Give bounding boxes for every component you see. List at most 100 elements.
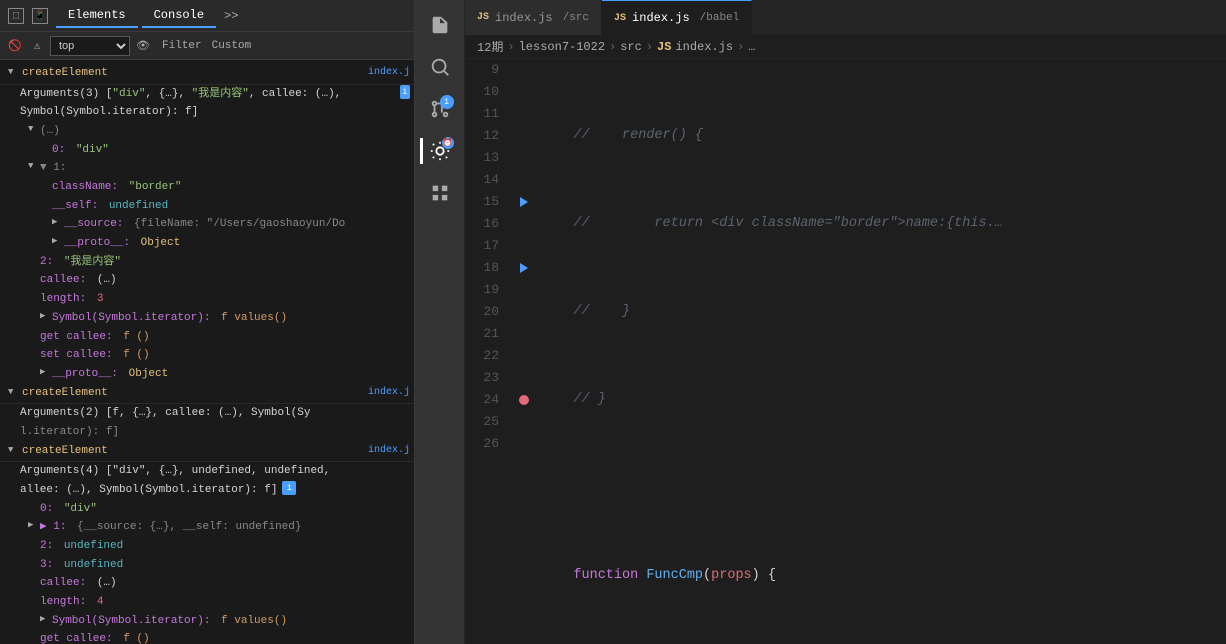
tab-index-js-1[interactable]: JS index.js /src xyxy=(465,0,602,35)
gutter-row xyxy=(515,169,533,191)
gutter-row xyxy=(515,235,533,257)
custom-levels-label: Custom xyxy=(212,40,252,52)
line-number: 21 xyxy=(465,323,515,345)
info-badge: i xyxy=(400,85,410,99)
tab-console[interactable]: Console xyxy=(142,4,216,28)
line-numbers: 9 10 11 12 13 14 15 16 17 18 19 20 21 22… xyxy=(465,59,515,644)
code-line-10: // return <div className="border">name:{… xyxy=(541,213,1226,235)
line-number: 10 xyxy=(465,81,515,103)
line-number: 26 xyxy=(465,433,515,455)
collapse-icon[interactable] xyxy=(8,443,18,457)
gutter xyxy=(515,59,533,644)
tree-item: __proto__: Object xyxy=(0,365,414,384)
activity-icon-search[interactable] xyxy=(423,50,457,84)
expand-icon[interactable] xyxy=(52,215,62,230)
tree-item: allee: (…), Symbol(Symbol.iterator): f] … xyxy=(0,481,414,500)
log-entry-2[interactable]: createElement index.j xyxy=(0,384,414,405)
expand-icon[interactable] xyxy=(28,518,38,533)
collapse-icon[interactable] xyxy=(8,385,18,399)
breadcrumb: 12期 › lesson7-1022 › src › JS index.js ›… xyxy=(465,35,1226,59)
tree-item: ▶ 1: {__source: {…}, __self: undefined} xyxy=(0,518,414,537)
breakpoint-24[interactable] xyxy=(515,389,533,411)
breadcrumb-12qi[interactable]: 12期 xyxy=(477,38,503,55)
vscode-panel: 1 ⏰ JS index.js /src JS index.js /babel xyxy=(415,0,1226,644)
gutter-row xyxy=(515,81,533,103)
console-content[interactable]: createElement index.j Arguments(3) ["div… xyxy=(0,60,414,644)
breadcrumb-src[interactable]: src xyxy=(620,40,642,54)
tab-index-js-2[interactable]: JS index.js /babel xyxy=(602,0,752,35)
tree-item: length: 3 xyxy=(0,290,414,309)
line-number: 17 xyxy=(465,235,515,257)
expand-icon[interactable] xyxy=(40,612,50,627)
activity-bar: 1 ⏰ xyxy=(415,0,465,644)
filter-icon[interactable]: ⚠ xyxy=(28,37,46,55)
devtools-panel: ⬚ 📱 Elements Console >> 🚫 ⚠ top 👁 Filter… xyxy=(0,0,415,644)
line-number: 9 xyxy=(465,59,515,81)
tree-item: 0: "div" xyxy=(0,500,414,519)
log-text: Arguments(3) ["div", {…}, "我是内容", callee… xyxy=(20,85,395,122)
tree-item: callee: (…) xyxy=(0,271,414,290)
tree-item: __source: {fileName: "/Users/gaoshaoyun/… xyxy=(0,215,414,234)
tab-elements[interactable]: Elements xyxy=(56,4,138,28)
breadcrumb-ellipsis[interactable]: … xyxy=(748,40,755,54)
expand-icon[interactable] xyxy=(40,309,50,324)
line-number: 19 xyxy=(465,279,515,301)
line-number: 11 xyxy=(465,103,515,125)
expand-icon[interactable] xyxy=(40,365,50,380)
expand-icon[interactable] xyxy=(52,234,62,249)
clear-console-icon[interactable]: 🚫 xyxy=(6,37,24,55)
device-icon[interactable]: 📱 xyxy=(32,8,48,24)
line-number: 20 xyxy=(465,301,515,323)
breadcrumb-index[interactable]: index.js xyxy=(675,40,733,54)
execution-context-select[interactable]: top xyxy=(50,36,130,56)
tree-item: length: 4 xyxy=(0,593,414,612)
log-text: createElement xyxy=(22,443,108,461)
activity-icon-debug[interactable]: ⏰ xyxy=(423,134,457,168)
debug-indicator-15 xyxy=(515,191,533,213)
info-badge: i xyxy=(282,481,296,495)
gutter-row xyxy=(515,411,533,433)
log-entry-3[interactable]: createElement index.j xyxy=(0,442,414,463)
tree-item: set callee: f () xyxy=(0,346,414,365)
activity-icon-extensions[interactable] xyxy=(423,176,457,210)
gutter-row xyxy=(515,301,533,323)
js-icon: JS xyxy=(477,12,489,23)
log-filename[interactable]: index.j xyxy=(368,443,410,459)
tab-label: index.js xyxy=(632,11,690,25)
debug-arrow xyxy=(520,197,528,207)
eye-icon[interactable]: 👁 xyxy=(134,37,152,55)
gutter-row xyxy=(515,103,533,125)
log-filename[interactable]: index.j xyxy=(368,65,410,81)
collapse-icon[interactable] xyxy=(8,65,18,79)
log-entry-1[interactable]: createElement index.j xyxy=(0,64,414,85)
log-text: createElement xyxy=(22,65,108,83)
tree-item: Arguments(2) [f, {…}, callee: (…), Symbo… xyxy=(0,404,414,423)
debug-badge: ⏰ xyxy=(442,137,454,149)
filter-label: Filter xyxy=(156,40,208,52)
inspect-icon[interactable]: ⬚ xyxy=(8,8,24,24)
debug-arrow xyxy=(520,263,528,273)
more-tabs-icon[interactable]: >> xyxy=(220,5,242,27)
debug-indicator-18 xyxy=(515,257,533,279)
collapse-icon[interactable] xyxy=(28,122,38,137)
collapse-icon[interactable] xyxy=(28,159,38,174)
code-line-11: // } xyxy=(541,301,1226,323)
tree-item: 2: "我是内容" xyxy=(0,253,414,272)
code-line-9: // render() { xyxy=(541,125,1226,147)
breadcrumb-lesson[interactable]: lesson7-1022 xyxy=(519,40,605,54)
log-filename[interactable]: index.j xyxy=(368,385,410,401)
gutter-row xyxy=(515,125,533,147)
line-number: 24 xyxy=(465,389,515,411)
gutter-row xyxy=(515,59,533,81)
tree-item: Symbol(Symbol.iterator): f values() xyxy=(0,309,414,328)
line-number: 18 xyxy=(465,257,515,279)
gutter-row xyxy=(515,147,533,169)
activity-icon-files[interactable] xyxy=(423,8,457,42)
tree-item: callee: (…) xyxy=(0,574,414,593)
code-editor[interactable]: // render() { // return <div className="… xyxy=(533,59,1226,644)
line-number: 14 xyxy=(465,169,515,191)
tab-path: /babel xyxy=(700,12,740,24)
devtools-tabs: ⬚ 📱 Elements Console >> xyxy=(0,0,414,32)
line-number: 23 xyxy=(465,367,515,389)
activity-icon-git[interactable]: 1 xyxy=(423,92,457,126)
